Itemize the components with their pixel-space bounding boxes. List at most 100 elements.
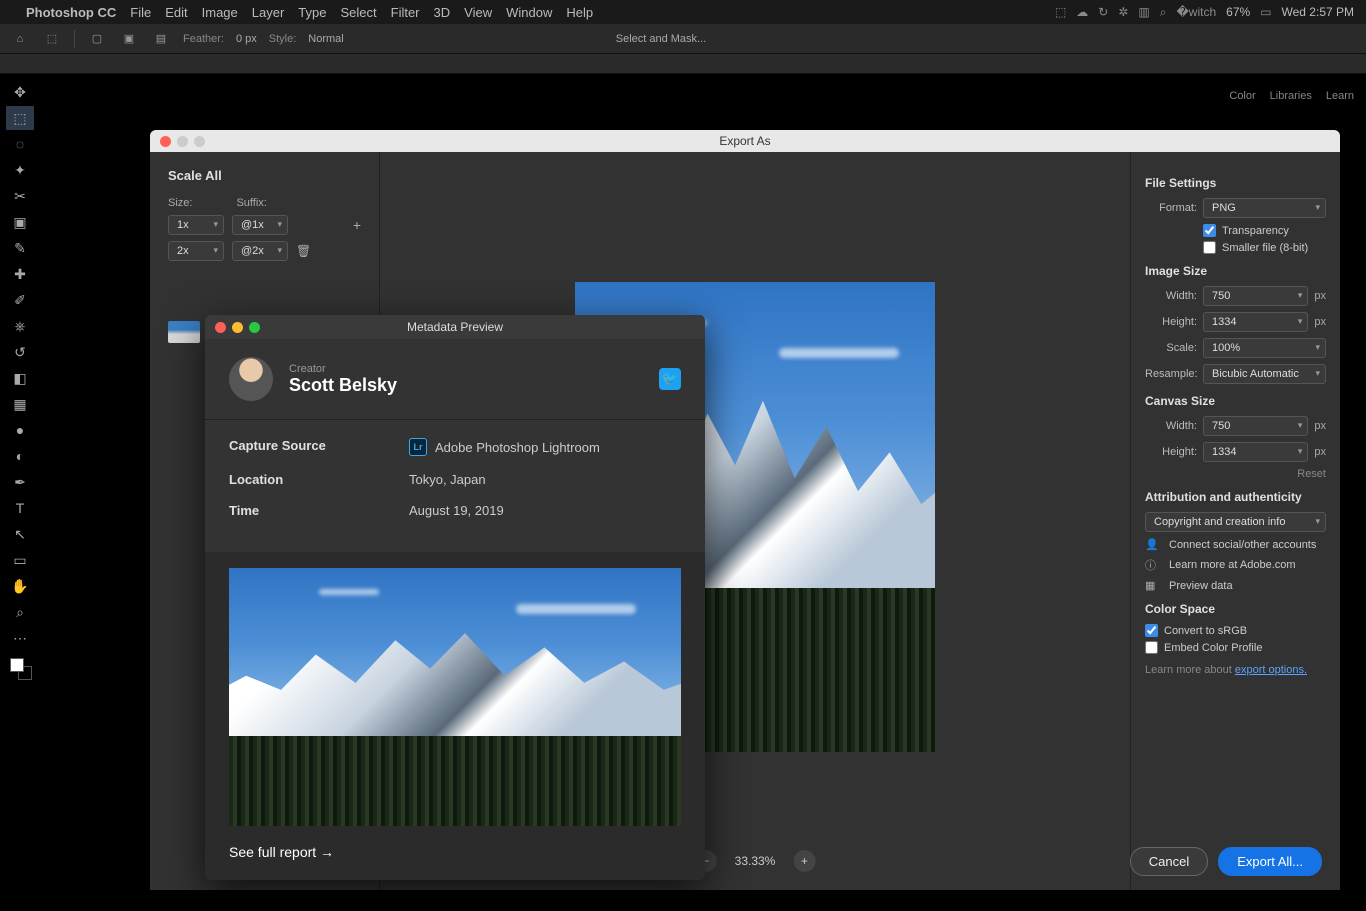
menu-window[interactable]: Window [506, 5, 552, 20]
shape-tool-icon[interactable]: ▭ [6, 548, 34, 572]
cancel-button[interactable]: Cancel [1130, 847, 1208, 876]
wifi-icon[interactable]: �witch [1176, 5, 1216, 19]
scale-row-1: 1x @1x + [168, 215, 361, 235]
transparency-checkbox[interactable]: Transparency [1203, 224, 1326, 237]
frame-tool-icon[interactable]: ▣ [6, 210, 34, 234]
marquee-tool-icon[interactable]: ⬚ [6, 106, 34, 130]
metadata-preview-window: Metadata Preview Creator Scott Belsky 🐦 … [205, 315, 705, 880]
style-value[interactable]: Normal [308, 33, 343, 45]
menu-view[interactable]: View [464, 5, 492, 20]
zoom-tool-icon[interactable]: ⌕ [6, 600, 34, 624]
brush-tool-icon[interactable]: ✐ [6, 288, 34, 312]
resample-label: Resample: [1145, 368, 1197, 380]
history-brush-icon[interactable]: ↺ [6, 340, 34, 364]
gradient-tool-icon[interactable]: ▦ [6, 392, 34, 416]
menu-layer[interactable]: Layer [252, 5, 285, 20]
menu-help[interactable]: Help [566, 5, 593, 20]
menu-file[interactable]: File [130, 5, 151, 20]
sync-icon[interactable]: ↻ [1098, 5, 1108, 19]
stamp-tool-icon[interactable]: ⎈ [6, 314, 34, 338]
tab-color[interactable]: Color [1229, 90, 1255, 102]
marquee-tool-icon[interactable]: ⬚ [42, 29, 62, 49]
battery-icon[interactable]: ▭ [1260, 5, 1271, 19]
format-label: Format: [1145, 202, 1197, 214]
mode-icon-3[interactable]: ▤ [151, 29, 171, 49]
menu-filter[interactable]: Filter [391, 5, 420, 20]
move-tool-icon[interactable]: ✥ [6, 80, 34, 104]
add-scale-icon[interactable]: + [353, 217, 361, 233]
type-tool-icon[interactable]: T [6, 496, 34, 520]
hand-tool-icon[interactable]: ✋ [6, 574, 34, 598]
mode-icon-1[interactable]: ▢ [87, 29, 107, 49]
app-name[interactable]: Photoshop CC [26, 5, 116, 20]
tab-learn[interactable]: Learn [1326, 90, 1354, 102]
dodge-tool-icon[interactable]: ◐ [6, 444, 34, 468]
resample-dropdown[interactable]: Bicubic Automatic [1203, 364, 1326, 384]
crop-tool-icon[interactable]: ✂ [6, 184, 34, 208]
convert-srgb-checkbox[interactable]: Convert to sRGB [1145, 624, 1326, 637]
size-dropdown-2[interactable]: 2x [168, 241, 224, 261]
select-and-mask-button[interactable]: Select and Mask... [616, 33, 707, 45]
scale-dropdown[interactable]: 100% [1203, 338, 1326, 358]
canvas-height-input[interactable]: 1334 [1203, 442, 1308, 462]
eraser-tool-icon[interactable]: ◧ [6, 366, 34, 390]
see-full-report-link[interactable]: See full report → [229, 844, 334, 860]
wand-tool-icon[interactable]: ✦ [6, 158, 34, 182]
edit-toolbar-icon[interactable]: ⋯ [6, 626, 34, 650]
heal-tool-icon[interactable]: ✚ [6, 262, 34, 286]
lasso-tool-icon[interactable]: ◌ [6, 132, 34, 156]
scale-all-heading: Scale All [168, 168, 361, 183]
format-dropdown[interactable]: PNG [1203, 198, 1326, 218]
menu-3d[interactable]: 3D [434, 5, 451, 20]
tab-libraries[interactable]: Libraries [1270, 90, 1312, 102]
meta-maximize-traffic-light[interactable] [249, 322, 260, 333]
size-label: Size: [168, 197, 192, 209]
clock[interactable]: Wed 2:57 PM [1282, 5, 1354, 19]
attribution-dropdown[interactable]: Copyright and creation info [1145, 512, 1326, 532]
meta-minimize-traffic-light[interactable] [232, 322, 243, 333]
width-input[interactable]: 750 [1203, 286, 1308, 306]
minimize-traffic-light[interactable] [177, 136, 188, 147]
twitter-icon[interactable]: 🐦 [659, 368, 681, 390]
export-options-link[interactable]: export options. [1235, 664, 1307, 676]
mode-icon-2[interactable]: ▣ [119, 29, 139, 49]
eyedropper-tool-icon[interactable]: ✎ [6, 236, 34, 260]
preview-data-link[interactable]: ▦Preview data [1145, 579, 1326, 592]
pen-tool-icon[interactable]: ✒ [6, 470, 34, 494]
panels-icon[interactable]: ▥ [1138, 5, 1149, 19]
menu-type[interactable]: Type [298, 5, 326, 20]
time-value: August 19, 2019 [409, 503, 504, 518]
gear-icon[interactable]: ✲ [1118, 5, 1128, 19]
home-icon[interactable]: ⌂ [10, 29, 30, 49]
suffix-dropdown-2[interactable]: @2x [232, 241, 288, 261]
zoom-in-button[interactable]: + [793, 850, 815, 872]
search-icon[interactable]: ⌕ [1160, 5, 1167, 20]
export-titlebar[interactable]: Export As [150, 130, 1340, 152]
smaller-file-checkbox[interactable]: Smaller file (8-bit) [1203, 241, 1326, 254]
export-all-button[interactable]: Export All... [1218, 847, 1322, 876]
color-swatch[interactable] [10, 658, 32, 680]
dropbox-icon[interactable]: ⬚ [1055, 5, 1066, 19]
meta-close-traffic-light[interactable] [215, 322, 226, 333]
height-input[interactable]: 1334 [1203, 312, 1308, 332]
metadata-titlebar[interactable]: Metadata Preview [205, 315, 705, 339]
size-dropdown-1[interactable]: 1x [168, 215, 224, 235]
person-icon: 👤 [1145, 538, 1161, 551]
embed-profile-checkbox[interactable]: Embed Color Profile [1145, 641, 1326, 654]
reset-button[interactable]: Reset [1145, 468, 1326, 480]
maximize-traffic-light[interactable] [194, 136, 205, 147]
suffix-dropdown-1[interactable]: @1x [232, 215, 288, 235]
close-traffic-light[interactable] [160, 136, 171, 147]
menu-image[interactable]: Image [202, 5, 238, 20]
feather-value[interactable]: 0 px [236, 33, 257, 45]
connect-accounts-link[interactable]: 👤Connect social/other accounts [1145, 538, 1326, 551]
creator-name: Scott Belsky [289, 375, 397, 396]
menu-edit[interactable]: Edit [165, 5, 187, 20]
delete-scale-icon[interactable]: 🗑 [296, 244, 311, 258]
learn-adobe-link[interactable]: ⓘLearn more at Adobe.com [1145, 557, 1326, 573]
menu-select[interactable]: Select [340, 5, 376, 20]
blur-tool-icon[interactable]: ● [6, 418, 34, 442]
path-tool-icon[interactable]: ↖ [6, 522, 34, 546]
canvas-width-input[interactable]: 750 [1203, 416, 1308, 436]
cloud-icon[interactable]: ☁ [1076, 5, 1088, 19]
